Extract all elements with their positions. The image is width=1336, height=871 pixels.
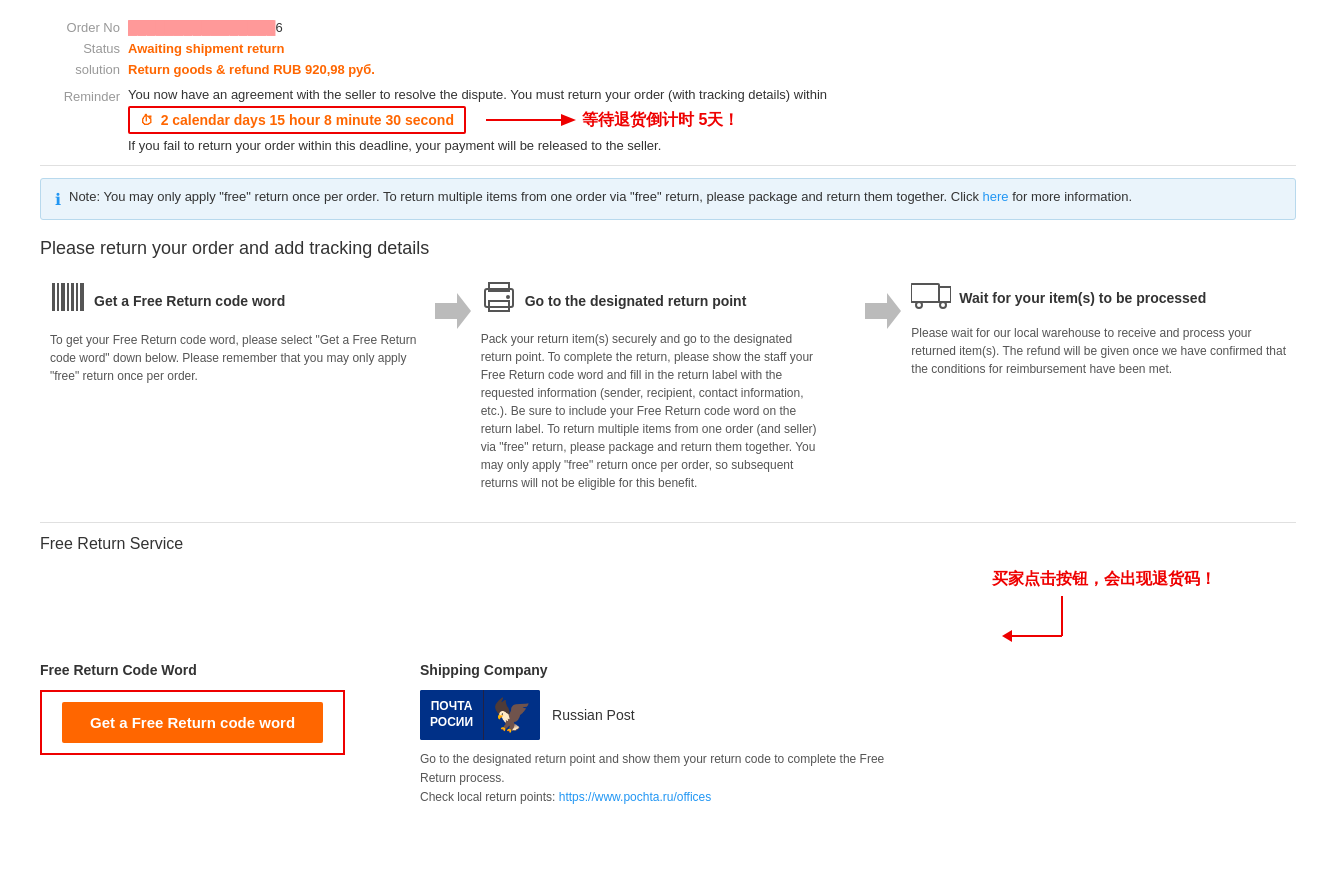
reminder-label: Reminder	[40, 89, 120, 104]
step-1: Get a Free Return code word To get your …	[40, 279, 435, 385]
svg-marker-14	[865, 293, 901, 329]
svg-point-17	[916, 302, 922, 308]
svg-rect-15	[911, 284, 939, 302]
step-1-header: Get a Free Return code word	[50, 279, 425, 323]
step-2-desc: Pack your return item(s) securely and go…	[481, 330, 821, 492]
info-text: Note: You may only apply "free" return o…	[69, 189, 1132, 204]
order-no-row: Order No ████████████████6	[40, 20, 1296, 35]
section-title: Please return your order and add trackin…	[40, 238, 1296, 259]
shipping-desc: Go to the designated return point and sh…	[420, 750, 920, 808]
order-info: Order No ████████████████6 Status Awaiti…	[40, 20, 1296, 77]
free-return-title: Free Return Service	[40, 535, 1296, 553]
step-1-desc: To get your Free Return code word, pleas…	[50, 331, 425, 385]
free-return-code-word-label: Free Return Code Word	[40, 662, 360, 678]
divider-1	[40, 165, 1296, 166]
shipping-company-label: Shipping Company	[420, 662, 920, 678]
solution-label: solution	[40, 62, 120, 77]
annotation-row: 买家点击按钮，会出现退货码！	[40, 569, 1296, 656]
svg-rect-3	[57, 283, 59, 311]
info-icon: ℹ	[55, 190, 61, 209]
company-name: Russian Post	[552, 707, 634, 723]
pochta-eagle-box: 🦅	[483, 690, 540, 740]
print-icon	[481, 279, 517, 322]
svg-rect-2	[52, 283, 55, 311]
info-box: ℹ Note: You may only apply "free" return…	[40, 178, 1296, 220]
btn-wrapper: Get a Free Return code word	[40, 690, 345, 755]
solution-value: Return goods & refund RUB 920,98 руб.	[128, 62, 375, 77]
pochta-text-1: ПОЧТА	[431, 699, 473, 715]
svg-marker-9	[435, 293, 471, 329]
divider-2	[40, 522, 1296, 523]
free-return-right: Shipping Company ПОЧТА РОСИИ 🦅 Russian P…	[420, 662, 920, 808]
countdown-icon: ⏱	[140, 113, 153, 128]
barcode-icon	[50, 279, 86, 323]
step-3: Wait for your item(s) to be processed Pl…	[901, 279, 1296, 378]
step-2-title: Go to the designated return point	[525, 293, 747, 309]
page-container: Order No ████████████████6 Status Awaiti…	[0, 0, 1336, 828]
countdown-box: ⏱ 2 calendar days 15 hour 8 minute 30 se…	[128, 106, 466, 134]
status-label: Status	[40, 41, 120, 56]
pochta-text-2: РОСИИ	[430, 715, 473, 731]
svg-point-18	[940, 302, 946, 308]
free-return-body: Free Return Code Word Get a Free Return …	[40, 662, 1296, 808]
svg-rect-5	[67, 283, 69, 311]
truck-icon	[911, 279, 951, 316]
reminder-row: Reminder You now have an agreement with …	[40, 87, 1296, 153]
svg-marker-16	[939, 287, 951, 302]
step-3-title: Wait for your item(s) to be processed	[959, 290, 1206, 306]
reminder-content: You now have an agreement with the selle…	[128, 87, 1296, 153]
pochta-logo: ПОЧТА РОСИИ 🦅	[420, 690, 540, 740]
step-2: Go to the designated return point Pack y…	[471, 279, 866, 492]
pochta-eagle-icon: 🦅	[492, 696, 532, 734]
step-arrow-2	[865, 279, 901, 329]
arrow-right-icon	[486, 108, 576, 132]
order-no-value: ████████████████6	[128, 20, 283, 35]
svg-rect-6	[71, 283, 74, 311]
shipping-company-box: ПОЧТА РОСИИ 🦅 Russian Post	[420, 690, 920, 740]
chinese-annotation-2: 买家点击按钮，会出现退货码！	[992, 569, 1216, 590]
step-2-header: Go to the designated return point	[481, 279, 856, 322]
get-free-return-button[interactable]: Get a Free Return code word	[62, 702, 323, 743]
svg-rect-7	[76, 283, 78, 311]
svg-point-13	[506, 295, 510, 299]
svg-marker-1	[561, 114, 576, 126]
steps-row: Get a Free Return code word To get your …	[40, 279, 1296, 492]
order-no-label: Order No	[40, 20, 120, 35]
svg-rect-8	[80, 283, 84, 311]
free-return-section: Free Return Service 买家点击按钮，会出现退货码！ Free …	[40, 535, 1296, 808]
free-return-left: Free Return Code Word Get a Free Return …	[40, 662, 360, 755]
svg-rect-4	[61, 283, 65, 311]
step-arrow-1	[435, 279, 471, 329]
step-3-desc: Please wait for our local warehouse to r…	[911, 324, 1286, 378]
info-link[interactable]: here	[983, 189, 1009, 204]
status-row: Status Awaiting shipment return	[40, 41, 1296, 56]
pochta-link[interactable]: https://www.pochta.ru/offices	[559, 790, 712, 804]
solution-row: solution Return goods & refund RUB 920,9…	[40, 62, 1296, 77]
svg-marker-21	[1002, 630, 1012, 642]
status-value: Awaiting shipment return	[128, 41, 285, 56]
arrow-down-left-icon	[1002, 596, 1122, 656]
step-3-header: Wait for your item(s) to be processed	[911, 279, 1286, 316]
step-1-title: Get a Free Return code word	[94, 293, 285, 309]
chinese-annotation-1: 等待退货倒计时 5天！	[582, 110, 739, 131]
